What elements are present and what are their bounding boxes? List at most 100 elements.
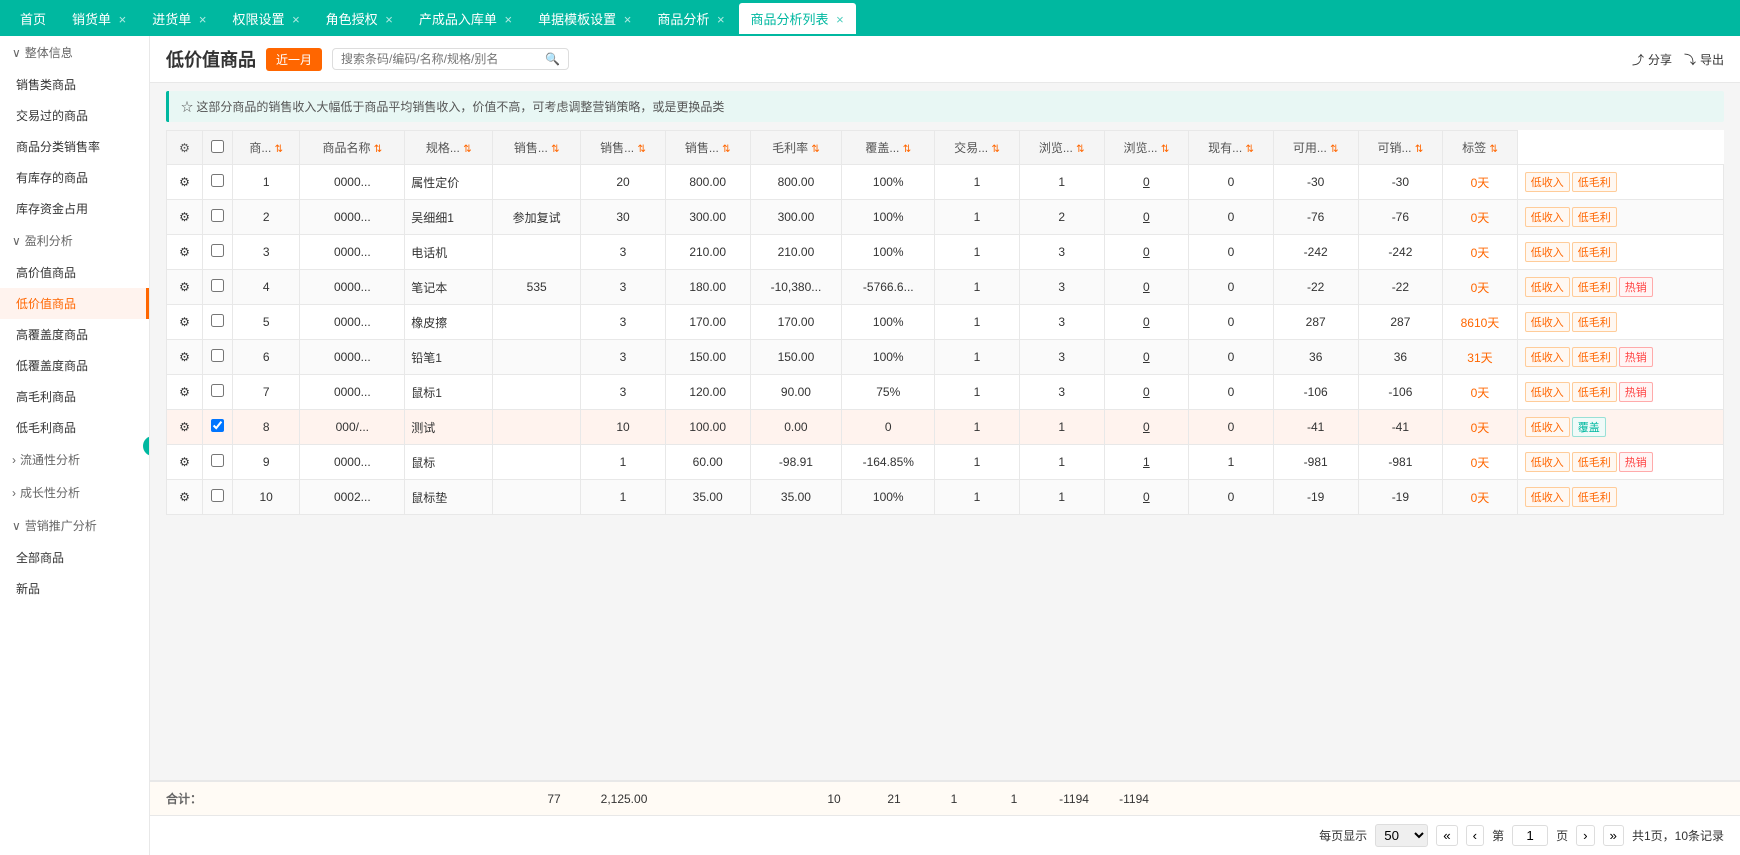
- cell-settings[interactable]: ⚙: [167, 165, 203, 200]
- sidebar-item-high-coverage[interactable]: 高覆盖度商品: [0, 319, 149, 350]
- row-checkbox-8[interactable]: [211, 454, 224, 467]
- settings-icon: ⚙: [179, 420, 190, 434]
- sidebar-group-growth[interactable]: › 成长性分析: [0, 476, 149, 509]
- view1-link[interactable]: 0: [1143, 175, 1150, 189]
- nav-purchase[interactable]: 进货单 ×: [140, 3, 218, 34]
- cell-view1[interactable]: 0: [1104, 270, 1189, 305]
- nav-analysis-close[interactable]: ×: [717, 12, 725, 27]
- cell-view1[interactable]: 0: [1104, 340, 1189, 375]
- sidebar-item-traded-products[interactable]: 交易过的商品: [0, 100, 149, 131]
- nav-products-close[interactable]: ×: [505, 12, 513, 27]
- cell-name: 鼠标: [405, 445, 493, 480]
- cell-settings[interactable]: ⚙: [167, 445, 203, 480]
- row-checkbox-0[interactable]: [211, 174, 224, 187]
- sidebar-item-high-value[interactable]: 高价值商品: [0, 257, 149, 288]
- view1-link[interactable]: 0: [1143, 315, 1150, 329]
- nav-analysis-list-close[interactable]: ×: [836, 12, 844, 27]
- cell-view1[interactable]: 1: [1104, 445, 1189, 480]
- cell-view1[interactable]: 0: [1104, 235, 1189, 270]
- cell-settings[interactable]: ⚙: [167, 200, 203, 235]
- nav-roles-close[interactable]: ×: [385, 12, 393, 27]
- cell-settings[interactable]: ⚙: [167, 340, 203, 375]
- export-button[interactable]: ⤵ 导出: [1684, 51, 1724, 68]
- th-check[interactable]: [203, 131, 233, 165]
- cell-code: 0000...: [300, 270, 405, 305]
- page-number-input[interactable]: [1512, 825, 1548, 846]
- sidebar-group-profit[interactable]: ∨ 盈利分析: [0, 224, 149, 257]
- nav-roles[interactable]: 角色授权 ×: [314, 3, 405, 34]
- cell-spec: [493, 410, 581, 445]
- cell-view1[interactable]: 0: [1104, 200, 1189, 235]
- sidebar-item-low-coverage[interactable]: 低覆盖度商品: [0, 350, 149, 381]
- nav-analysis-list[interactable]: 商品分析列表 ×: [739, 3, 856, 34]
- view1-link[interactable]: 0: [1143, 245, 1150, 259]
- row-checkbox-6[interactable]: [211, 384, 224, 397]
- cell-view1[interactable]: 0: [1104, 305, 1189, 340]
- cell-view1[interactable]: 0: [1104, 165, 1189, 200]
- th-view1: 浏览... ⇅: [1019, 131, 1104, 165]
- first-page-btn[interactable]: «: [1436, 825, 1457, 846]
- search-input[interactable]: [341, 52, 541, 66]
- sidebar-item-sales-products[interactable]: 销售类商品: [0, 69, 149, 100]
- cell-view1[interactable]: 0: [1104, 410, 1189, 445]
- cell-view1[interactable]: 0: [1104, 375, 1189, 410]
- sidebar-item-low-value[interactable]: 低价值商品: [0, 288, 149, 319]
- nav-sales-close[interactable]: ×: [119, 12, 127, 27]
- row-checkbox-7[interactable]: [211, 419, 224, 432]
- sidebar-item-stock-capital[interactable]: 库存资金占用: [0, 193, 149, 224]
- row-checkbox-9[interactable]: [211, 489, 224, 502]
- cell-settings[interactable]: ⚙: [167, 410, 203, 445]
- row-checkbox-5[interactable]: [211, 349, 224, 362]
- sidebar-item-all-products[interactable]: 全部商品: [0, 542, 149, 573]
- cell-view1[interactable]: 0: [1104, 480, 1189, 515]
- cell-settings[interactable]: ⚙: [167, 235, 203, 270]
- sidebar-group-general[interactable]: ∨ 整体信息: [0, 36, 149, 69]
- chevron-right-icon: ›: [12, 453, 16, 467]
- sidebar-item-new-products[interactable]: 新品: [0, 573, 149, 604]
- row-checkbox-2[interactable]: [211, 244, 224, 257]
- cell-settings[interactable]: ⚙: [167, 305, 203, 340]
- view1-link[interactable]: 0: [1143, 280, 1150, 294]
- th-settings[interactable]: ⚙: [167, 131, 203, 165]
- row-checkbox-1[interactable]: [211, 209, 224, 222]
- cell-settings[interactable]: ⚙: [167, 270, 203, 305]
- nav-permissions[interactable]: 权限设置 ×: [220, 3, 311, 34]
- filter-button[interactable]: 近一月: [266, 48, 322, 71]
- row-checkbox-4[interactable]: [211, 314, 224, 327]
- nav-home[interactable]: 首页: [8, 3, 58, 34]
- cell-num: 6: [233, 340, 300, 375]
- select-all-checkbox[interactable]: [211, 140, 224, 153]
- sidebar-item-stocked-products[interactable]: 有库存的商品: [0, 162, 149, 193]
- prev-page-btn[interactable]: ‹: [1466, 825, 1484, 846]
- footer-values: 77 2,125.00 10 21 1 1 -1194 -1194: [218, 792, 1724, 806]
- table-row: ⚙ 7 0000... 鼠标1 3 120.00 90.00 75% 1 3 0…: [167, 375, 1724, 410]
- cell-settings[interactable]: ⚙: [167, 480, 203, 515]
- sidebar-item-low-margin[interactable]: 低毛利商品: [0, 412, 149, 443]
- page-size-select[interactable]: 50 100 200: [1375, 824, 1428, 847]
- nav-permissions-close[interactable]: ×: [292, 12, 300, 27]
- cell-settings[interactable]: ⚙: [167, 375, 203, 410]
- last-page-btn[interactable]: »: [1603, 825, 1624, 846]
- nav-purchase-close[interactable]: ×: [199, 12, 207, 27]
- share-button[interactable]: ⤴ 分享: [1632, 51, 1672, 68]
- sidebar-group-circulation[interactable]: › 流通性分析: [0, 443, 149, 476]
- sidebar-item-category-sales[interactable]: 商品分类销售率: [0, 131, 149, 162]
- view1-link[interactable]: 0: [1143, 385, 1150, 399]
- view1-link[interactable]: 0: [1143, 420, 1150, 434]
- nav-products[interactable]: 产成品入库单 ×: [407, 3, 524, 34]
- nav-analysis[interactable]: 商品分析 ×: [645, 3, 736, 34]
- search-icon[interactable]: 🔍: [545, 52, 560, 66]
- nav-template[interactable]: 单据模板设置 ×: [526, 3, 643, 34]
- next-page-btn[interactable]: ›: [1576, 825, 1594, 846]
- sidebar-group-marketing[interactable]: ∨ 营销推广分析: [0, 509, 149, 542]
- view1-link[interactable]: 0: [1143, 210, 1150, 224]
- table-footer: 合计： 77 2,125.00 10 21 1 1 -1194 -1194: [150, 780, 1740, 815]
- view1-link[interactable]: 1: [1143, 455, 1150, 469]
- nav-template-close[interactable]: ×: [624, 12, 632, 27]
- row-checkbox-3[interactable]: [211, 279, 224, 292]
- view1-link[interactable]: 0: [1143, 490, 1150, 504]
- cell-code: 0002...: [300, 480, 405, 515]
- view1-link[interactable]: 0: [1143, 350, 1150, 364]
- nav-sales[interactable]: 销货单 ×: [60, 3, 138, 34]
- sidebar-item-high-margin[interactable]: 高毛利商品: [0, 381, 149, 412]
